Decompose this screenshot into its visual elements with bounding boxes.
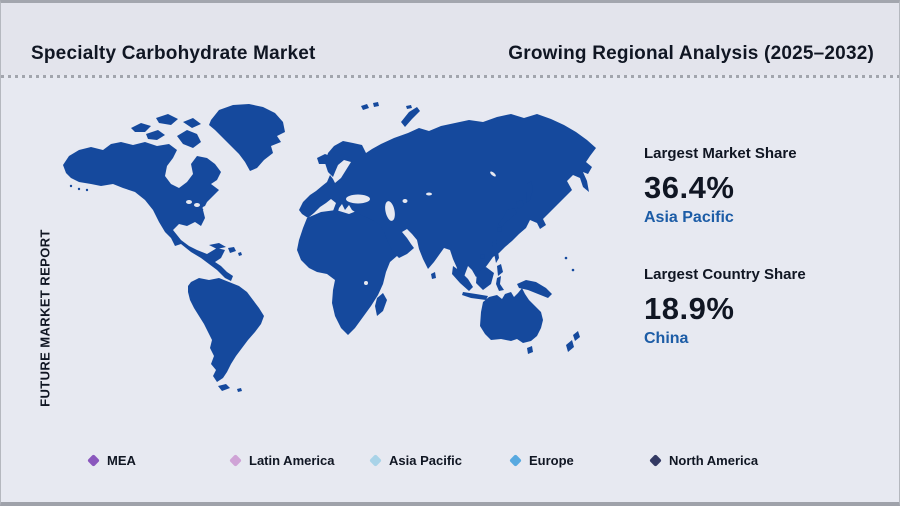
map-greenland [209,104,285,171]
world-map-svg [63,102,596,392]
legend-dot-europe [509,453,522,467]
legend-item-europe: Europe [509,450,574,470]
map-lake-victoria [364,281,368,285]
header: Specialty Carbohydrate Market Growing Re… [1,3,899,75]
legend-label: MEA [107,452,136,468]
map-island-speck [77,187,81,191]
page-subtitle: Growing Regional Analysis (2025–2032) [508,43,874,64]
world-map [61,98,626,443]
stat-market-share: Largest Market Share 36.4% Asia Pacific [644,145,894,228]
map-great-lakes [186,200,192,204]
stat-label: Largest Market Share [644,145,797,162]
legend-item-mea: MEA [87,450,136,470]
map-new-zealand [566,331,580,352]
legend-dot-north-america [649,453,662,467]
legend-item-north-america: North America [649,450,759,470]
map-great-lakes [194,203,200,207]
stat-value: 18.9% [644,291,735,326]
legend: MEA Latin America Asia Pacific Europe No… [1,450,899,470]
map-lake-balkhash [426,192,432,196]
map-australia [480,288,543,354]
infographic-frame: Specialty Carbohydrate Market Growing Re… [0,0,900,506]
map-island-speck [564,256,568,260]
stat-value: 36.4% [644,170,735,205]
map-great-lakes [202,206,210,210]
map-island-speck [69,184,73,188]
map-south-america [188,278,264,392]
legend-label: Europe [529,452,574,468]
page-title: Specialty Carbohydrate Market [31,43,316,64]
brand-watermark: FUTURE MARKET REPORT [37,229,53,407]
legend-dot-mea [87,453,100,467]
stat-country-share: Largest Country Share 18.9% China [644,266,894,349]
legend-dot-latin-america [229,453,242,467]
map-novaya-zemlya [361,102,420,127]
map-aral-sea [402,199,408,203]
legend-item-asia-pacific: Asia Pacific [369,450,462,470]
dotted-divider [1,75,899,78]
legend-label: Latin America [249,452,335,468]
map-island-speck [571,268,575,272]
map-black-sea [346,194,370,204]
legend-item-latin-america: Latin America [229,450,335,470]
legend-dot-asia-pacific [369,453,382,467]
legend-label: Asia Pacific [389,452,462,468]
stat-region: China [644,330,689,347]
map-sri-lanka [431,272,436,279]
map-island-speck [85,188,89,192]
stat-region: Asia Pacific [644,209,734,226]
map-north-america [63,142,233,281]
legend-label: North America [669,452,759,468]
stat-label: Largest Country Share [644,266,806,283]
